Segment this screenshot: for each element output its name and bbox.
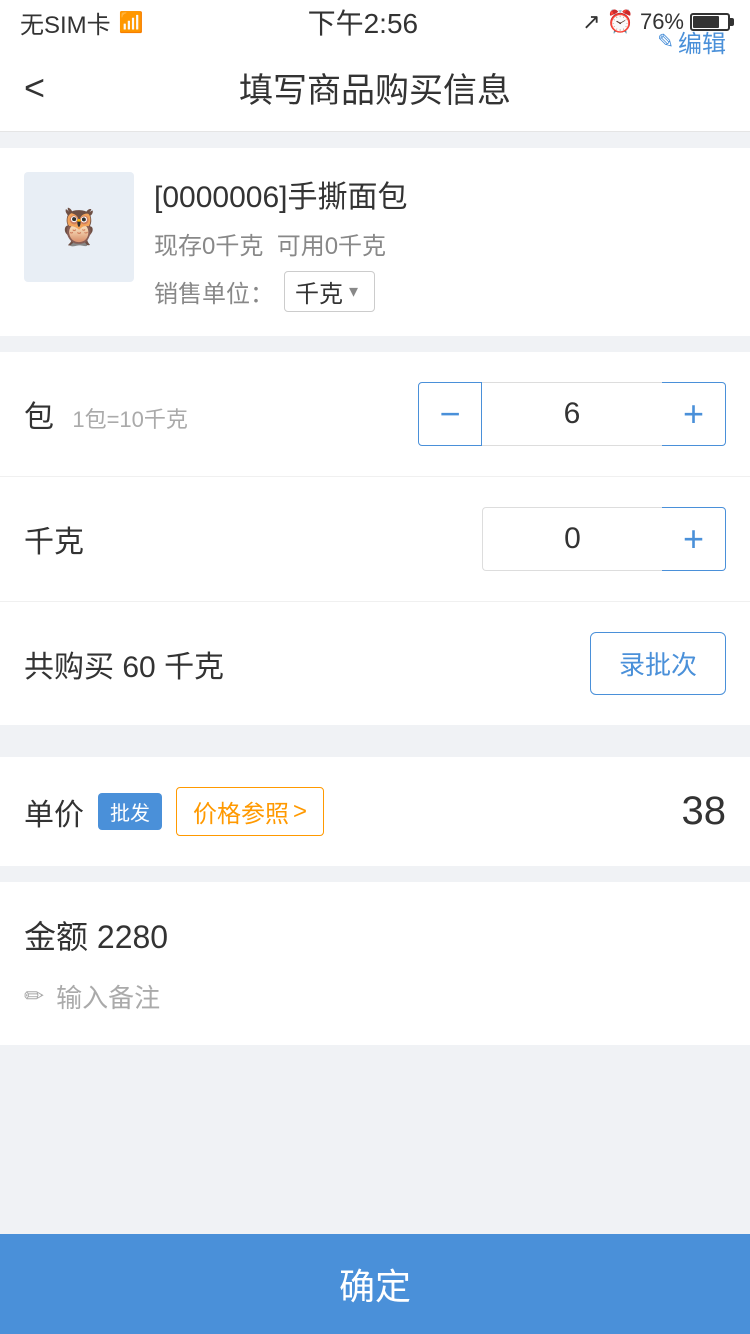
price-ref-button[interactable]: 价格参照 >: [176, 787, 324, 836]
price-ref-arrow: >: [293, 798, 307, 826]
kg-quantity-control: +: [482, 507, 726, 571]
status-bar: 无SIM卡 📶 下午2:56 ↗ ⏰ 76%: [0, 0, 750, 44]
quantity-section: 包 1包=10千克 − + 千克 +: [0, 352, 750, 602]
price-value: 38: [682, 789, 727, 834]
bao-quantity-input[interactable]: [482, 382, 662, 446]
back-button[interactable]: <: [24, 67, 45, 109]
status-left: 无SIM卡 📶: [20, 5, 144, 40]
product-info: [0000006]手撕面包 现存0千克 可用0千克 销售单位： 千克 ▾: [154, 172, 726, 312]
unit-label: 销售单位：: [154, 274, 274, 309]
amount-value: 2280: [97, 919, 168, 955]
notes-placeholder: 输入备注: [56, 978, 160, 1015]
alarm-icon: ⏰: [607, 9, 634, 35]
kg-quantity-input[interactable]: [482, 507, 662, 571]
pencil-icon: ✏: [24, 982, 44, 1011]
price-left: 单价 批发 价格参照 >: [24, 787, 324, 836]
product-name: [0000006]手撕面包: [154, 172, 726, 216]
total-count: 60: [122, 651, 164, 684]
product-logo: 🦉: [57, 206, 102, 248]
product-unit-row: 销售单位： 千克 ▾: [154, 271, 726, 312]
wifi-icon: 📶: [119, 10, 144, 35]
product-stock: 现存0千克 可用0千克: [154, 226, 726, 261]
bao-quantity-row: 包 1包=10千克 − +: [0, 352, 750, 477]
section-divider-1: [0, 336, 750, 352]
price-label: 单价: [24, 790, 84, 834]
bao-quantity-control: − +: [418, 382, 726, 446]
page-title: 填写商品购买信息: [239, 63, 511, 112]
product-card: 🦉 [0000006]手撕面包 现存0千克 可用0千克 销售单位： 千克 ▾ ✎…: [0, 148, 750, 336]
record-batch-button[interactable]: 录批次: [590, 632, 726, 695]
bao-minus-button[interactable]: −: [418, 382, 482, 446]
location-icon: ↗: [582, 9, 600, 35]
status-time: 下午2:56: [308, 2, 419, 42]
product-image: 🦉: [24, 172, 134, 282]
confirm-button[interactable]: 确定: [0, 1234, 750, 1334]
amount-row: 金额 2280: [24, 912, 726, 958]
carrier-text: 无SIM卡: [20, 5, 111, 40]
bao-plus-button[interactable]: +: [662, 382, 726, 446]
price-tag: 批发: [98, 793, 162, 830]
unit-selector[interactable]: 千克 ▾: [284, 271, 375, 312]
kg-label: 千克: [24, 517, 482, 561]
edit-button[interactable]: ✎ 编辑: [657, 24, 726, 59]
total-text: 共购买 60 千克: [24, 642, 224, 686]
amount-label: 金额: [24, 919, 88, 955]
amount-section: 金额 2280 ✏ 输入备注: [0, 882, 750, 1045]
section-divider-2: [0, 725, 750, 741]
total-section: 共购买 60 千克 录批次: [0, 602, 750, 725]
bao-hint: 1包=10千克: [72, 407, 188, 432]
price-section: 单价 批发 价格参照 > 38: [0, 757, 750, 866]
unit-dropdown-arrow: ▾: [349, 281, 358, 302]
notes-row[interactable]: ✏ 输入备注: [24, 978, 726, 1015]
kg-plus-button[interactable]: +: [662, 507, 726, 571]
bao-label: 包 1包=10千克: [24, 392, 418, 436]
nav-bar: < 填写商品购买信息: [0, 44, 750, 132]
edit-icon: ✎: [657, 29, 674, 54]
kg-quantity-row: 千克 +: [0, 477, 750, 602]
